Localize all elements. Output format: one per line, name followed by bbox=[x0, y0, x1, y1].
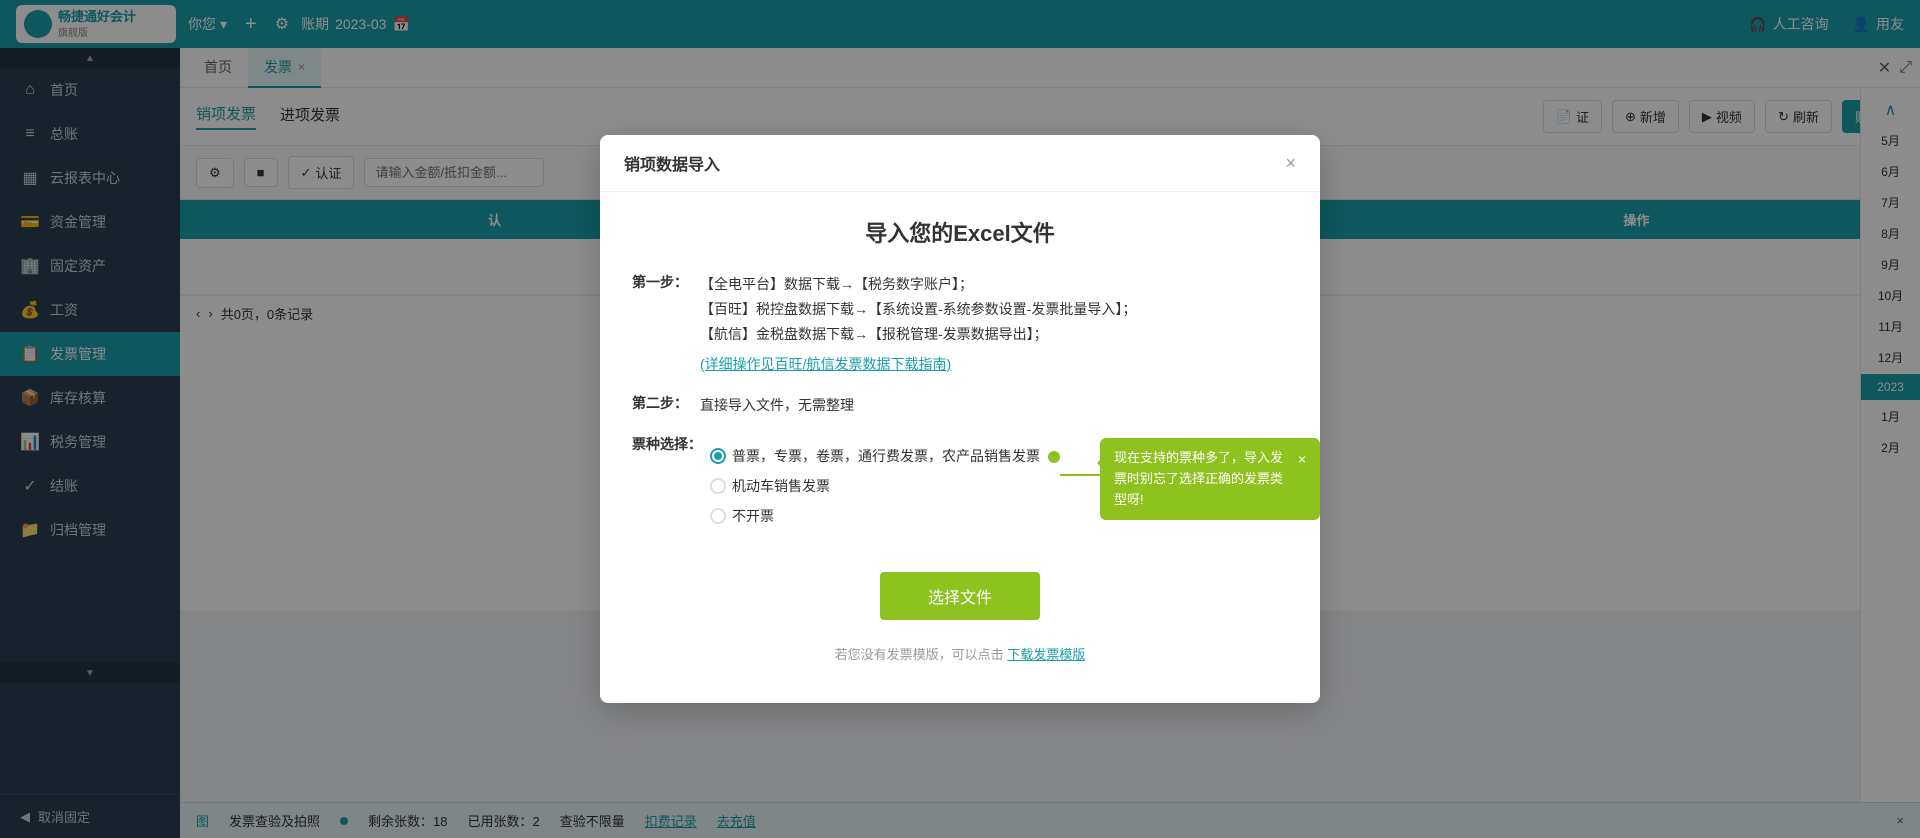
import-title: 导入您的Excel文件 bbox=[632, 216, 1288, 248]
tooltip-container: × 现在支持的票种多了，导入发票时别忘了选择正确的发票类型呀! bbox=[1048, 448, 1060, 464]
step2-label: 第二步： bbox=[632, 393, 692, 418]
modal-header: 销项数据导入 × bbox=[600, 135, 1320, 192]
step2-text: 直接导入文件，无需整理 bbox=[700, 393, 854, 418]
radio-btn-3[interactable] bbox=[710, 508, 726, 524]
download-template-link[interactable]: 下载发票模版 bbox=[1007, 647, 1085, 662]
radio-label-3[interactable]: 不开票 bbox=[710, 506, 774, 526]
step1-line2: 【百旺】税控盘数据下载→【系统设置-系统参数设置-发票批量导入】； bbox=[700, 297, 1136, 322]
step1-content: 【全电平台】数据下载→【税务数字账户】； 【百旺】税控盘数据下载→【系统设置-系… bbox=[700, 272, 1136, 377]
step1-row: 第一步： 【全电平台】数据下载→【税务数字账户】； 【百旺】税控盘数据下载→【系… bbox=[632, 272, 1288, 377]
step2-row: 第二步： 直接导入文件，无需整理 bbox=[632, 393, 1288, 418]
step1-line3: 【航信】金税盘数据下载→【报税管理-发票数据导出】； bbox=[700, 322, 1136, 347]
tooltip-text: 现在支持的票种多了，导入发票时别忘了选择正确的发票类型呀! bbox=[1114, 450, 1283, 507]
radio-btn-2[interactable] bbox=[710, 478, 726, 494]
step1-label: 第一步： bbox=[632, 272, 692, 377]
step1-link[interactable]: (详细操作见百旺/航信发票数据下载指南) bbox=[700, 352, 1136, 377]
ticket-select-label: 票种选择： bbox=[632, 434, 702, 454]
radio-group: 普票，专票，卷票，通行费发票，农产品销售发票 × 现在支持的票种多了，导入发票时… bbox=[710, 446, 1060, 536]
modal-overlay: 销项数据导入 × 导入您的Excel文件 第一步： 【全电平台】数据下载→【税务… bbox=[0, 0, 1920, 838]
modal-title: 销项数据导入 bbox=[624, 151, 720, 175]
step1-line1: 【全电平台】数据下载→【税务数字账户】； bbox=[700, 272, 1136, 297]
ticket-select-row: 票种选择： 普票，专票，卷票，通行费发票，农产品销售发票 bbox=[632, 434, 1288, 548]
import-modal: 销项数据导入 × 导入您的Excel文件 第一步： 【全电平台】数据下载→【税务… bbox=[600, 135, 1320, 703]
modal-close-btn[interactable]: × bbox=[1285, 154, 1296, 172]
select-file-btn[interactable]: 选择文件 bbox=[880, 572, 1040, 620]
tooltip-dot bbox=[1048, 451, 1060, 463]
tooltip-close-btn[interactable]: × bbox=[1298, 448, 1306, 470]
radio-label-2[interactable]: 机动车销售发票 bbox=[710, 476, 830, 496]
radio-text-1: 普票，专票，卷票，通行费发票，农产品销售发票 bbox=[732, 446, 1040, 466]
modal-body: 导入您的Excel文件 第一步： 【全电平台】数据下载→【税务数字账户】； 【百… bbox=[600, 192, 1320, 703]
modal-footer: 若您没有发票模版，可以点击 下载发票模版 bbox=[632, 644, 1288, 679]
tooltip-box: × 现在支持的票种多了，导入发票时别忘了选择正确的发票类型呀! bbox=[1100, 438, 1320, 520]
footer-text: 若您没有发票模版，可以点击 bbox=[835, 647, 1004, 662]
radio-text-3: 不开票 bbox=[732, 506, 774, 526]
radio-row-2: 机动车销售发票 bbox=[710, 476, 1060, 496]
radio-row-3: 不开票 bbox=[710, 506, 1060, 526]
radio-text-2: 机动车销售发票 bbox=[732, 476, 830, 496]
radio-btn-1[interactable] bbox=[710, 448, 726, 464]
radio-label-1[interactable]: 普票，专票，卷票，通行费发票，农产品销售发票 bbox=[710, 446, 1040, 466]
radio-row-1: 普票，专票，卷票，通行费发票，农产品销售发票 × 现在支持的票种多了，导入发票时… bbox=[710, 446, 1060, 466]
tooltip-line bbox=[1060, 474, 1104, 476]
radio-dot-1 bbox=[714, 452, 722, 460]
